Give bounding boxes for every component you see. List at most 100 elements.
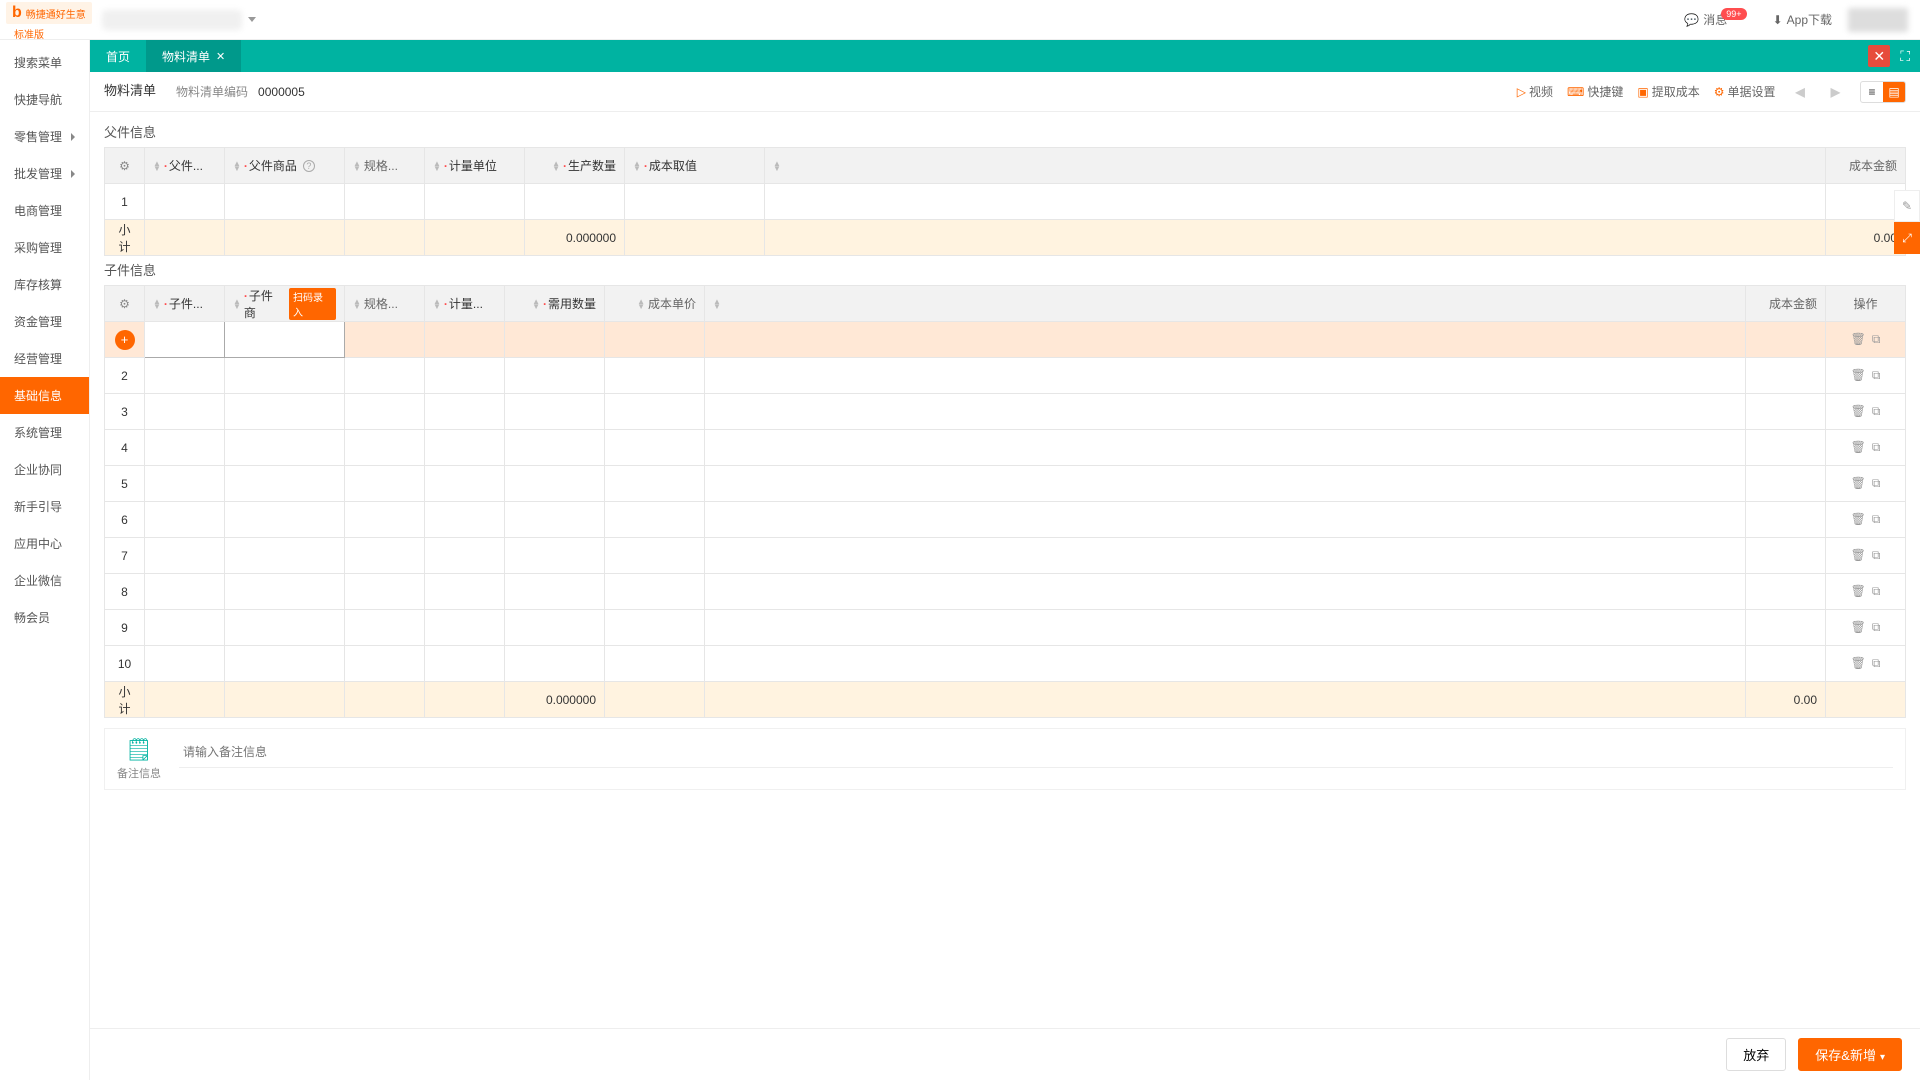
copy-icon[interactable]: ⧉ [1872,656,1881,670]
scan-badge[interactable]: 扫码录入 [289,288,336,320]
sidebar-item[interactable]: 新手引导 [0,488,89,525]
delete-icon[interactable]: 🗑 [1851,332,1866,346]
video-link[interactable]: ▷视频 [1517,83,1553,100]
sidebar-item[interactable]: 批发管理 [0,155,89,192]
expand-icon[interactable]: ⛶ [1896,44,1914,69]
child-grid: ⚙ ▲▼子件... ▲▼子件商扫码录入 ▲▼规格... ▲▼计量... ▲▼需用… [104,285,1906,718]
dropdown-icon: ▾ [1880,1052,1885,1063]
delete-icon[interactable]: 🗑 [1851,656,1866,670]
tab-home[interactable]: 首页 [90,40,146,72]
save-button[interactable]: 保存&新增▾ [1798,1038,1902,1071]
footer: 放弃 保存&新增▾ [90,1028,1920,1080]
copy-icon[interactable]: ⧉ [1872,512,1881,526]
subtotal-row: 小计0.0000000.00 [105,682,1906,718]
delete-icon[interactable]: 🗑 [1851,368,1866,382]
table-row[interactable]: 9🗑⧉ [105,610,1906,646]
delete-icon[interactable]: 🗑 [1851,620,1866,634]
settings-link[interactable]: ⚙单据设置 [1714,83,1776,100]
sidebar-item[interactable]: 畅会员 [0,599,89,636]
view-list-icon[interactable]: ≡ [1861,82,1883,102]
table-row[interactable]: 8🗑⧉ [105,574,1906,610]
table-row[interactable]: 1 [105,184,1906,220]
sidebar-item[interactable]: 快捷导航 [0,81,89,118]
view-form-icon[interactable]: ▤ [1883,82,1905,102]
remarks-input[interactable] [179,737,1893,768]
logo: b 畅捷通好生意 [6,2,92,24]
note-icon: 🗒 [125,737,153,763]
tabs-bar: 首页 物料清单 ✕ ✕ ⛶ [90,40,1920,72]
child-section-title: 子件信息 [104,260,1906,279]
copy-icon[interactable]: ⧉ [1872,404,1881,418]
parent-grid: ⚙ ▲▼父件... ▲▼父件商品? ▲▼规格... ▲▼计量单位 ▲▼生产数量 … [104,147,1906,256]
tenant-selector[interactable] [102,10,242,30]
sidebar-item[interactable]: 应用中心 [0,525,89,562]
edit-float-icon[interactable]: ✎ [1894,190,1920,222]
delete-icon[interactable]: 🗑 [1851,584,1866,598]
delete-icon[interactable]: 🗑 [1851,440,1866,454]
copy-icon[interactable]: ⧉ [1872,440,1881,454]
delete-icon[interactable]: 🗑 [1851,512,1866,526]
table-row[interactable]: 3🗑⧉ [105,394,1906,430]
bom-code-value: 0000005 [258,85,305,99]
table-row[interactable]: 7🗑⧉ [105,538,1906,574]
table-row[interactable]: 2🗑⧉ [105,358,1906,394]
extract-icon: ▣ [1637,85,1648,99]
sidebar-item[interactable]: 经营管理 [0,340,89,377]
float-tools: ✎ ⤢ [1894,190,1920,254]
sidebar-item[interactable]: 库存核算 [0,266,89,303]
page-tab-bom[interactable]: 物料清单 [104,80,156,103]
table-row[interactable]: 6🗑⧉ [105,502,1906,538]
table-row[interactable]: + 🗑 ⧉ [105,322,1906,358]
discard-button[interactable]: 放弃 [1726,1038,1786,1071]
keyboard-icon: ⌨ [1567,85,1584,99]
tab-bom[interactable]: 物料清单 ✕ [146,40,241,72]
user-avatar[interactable] [1848,8,1908,32]
prev-arrow-icon[interactable]: ◀ [1790,85,1811,99]
table-row[interactable]: 10🗑⧉ [105,646,1906,682]
chevron-right-icon [71,133,75,141]
toolbar: 物料清单 物料清单编码 0000005 ▷视频 ⌨快捷键 ▣提取成本 ⚙单据设置… [90,72,1920,112]
sidebar-item[interactable]: 资金管理 [0,303,89,340]
play-icon: ▷ [1517,85,1526,99]
copy-icon[interactable]: ⧉ [1872,584,1881,598]
sidebar-item[interactable]: 电商管理 [0,192,89,229]
gear-header[interactable]: ⚙ [105,148,145,184]
download-icon: ⬇ [1773,13,1783,27]
copy-icon[interactable]: ⧉ [1872,620,1881,634]
gear-icon: ⚙ [1714,85,1725,99]
sidebar-item[interactable]: 基础信息 [0,377,89,414]
sidebar-item[interactable]: 系统管理 [0,414,89,451]
message-badge: 99+ [1721,8,1746,20]
logo-subtitle: 标准版 [14,26,44,41]
sidebar: 搜索菜单快捷导航零售管理批发管理电商管理采购管理库存核算资金管理经营管理基础信息… [0,40,90,1080]
copy-icon[interactable]: ⧉ [1872,548,1881,562]
delete-icon[interactable]: 🗑 [1851,548,1866,562]
table-row[interactable]: 5🗑⧉ [105,466,1906,502]
close-icon[interactable]: ✕ [216,50,225,63]
delete-icon[interactable]: 🗑 [1851,476,1866,490]
app-header: b 畅捷通好生意 标准版 💬 消息 99+ ⬇ App下载 [0,0,1920,40]
remarks-area: 🗒 备注信息 [104,728,1906,790]
chevron-down-icon[interactable] [248,17,256,22]
add-row-icon[interactable]: + [115,330,135,350]
expand-float-icon[interactable]: ⤢ [1894,222,1920,254]
copy-icon[interactable]: ⧉ [1872,368,1881,382]
next-arrow-icon[interactable]: ▶ [1825,85,1846,99]
table-row[interactable]: 4🗑⧉ [105,430,1906,466]
sidebar-item[interactable]: 企业微信 [0,562,89,599]
sidebar-item[interactable]: 搜索菜单 [0,44,89,81]
help-icon[interactable]: ? [303,160,315,172]
message-icon: 💬 [1684,13,1699,27]
close-tab-button[interactable]: ✕ [1868,45,1890,67]
sidebar-item[interactable]: 零售管理 [0,118,89,155]
cost-link[interactable]: ▣提取成本 [1637,83,1699,100]
shortcuts-link[interactable]: ⌨快捷键 [1567,83,1623,100]
copy-icon[interactable]: ⧉ [1872,332,1881,346]
sidebar-item[interactable]: 企业协同 [0,451,89,488]
delete-icon[interactable]: 🗑 [1851,404,1866,418]
messages-button[interactable]: 💬 消息 99+ [1684,11,1756,28]
copy-icon[interactable]: ⧉ [1872,476,1881,490]
sidebar-item[interactable]: 采购管理 [0,229,89,266]
gear-header[interactable]: ⚙ [105,286,145,322]
app-download-button[interactable]: ⬇ App下载 [1773,11,1832,28]
